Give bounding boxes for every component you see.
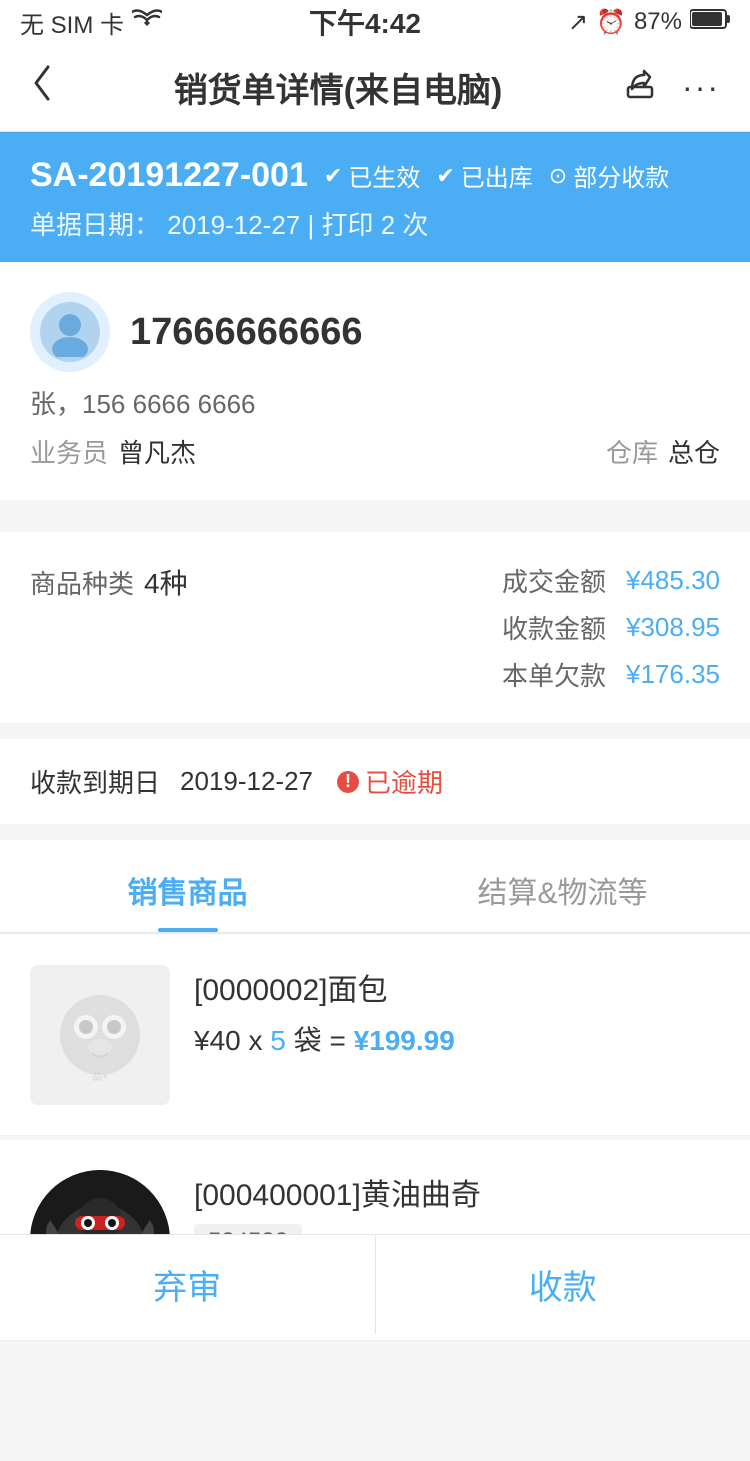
- banner-date-row: 单据日期： 2019-12-27 | 打印 2 次: [30, 205, 720, 242]
- tab-sales-products[interactable]: 销售商品: [0, 840, 375, 932]
- product-name-1: [0000002]面包: [194, 965, 720, 1009]
- due-date-section: 收款到期日 2019-12-27 ! 已逾期: [0, 739, 750, 824]
- category-count: 4种: [144, 562, 188, 602]
- category-item: 商品种类 4种: [30, 562, 188, 602]
- share-icon[interactable]: [622, 65, 658, 110]
- page-title: 销货单详情(来自电脑): [174, 63, 503, 112]
- received-value: ¥308.95: [626, 612, 720, 643]
- status-left: 无 SIM 卡: [20, 5, 162, 40]
- amount-row: 成交金额 ¥485.30: [502, 562, 720, 599]
- status-badge-3: ⊙ 部分收款: [549, 158, 669, 193]
- product-image-1: 品+: [30, 965, 170, 1105]
- overdue-text: 已逾期: [365, 763, 443, 800]
- summary-right: 成交金额 ¥485.30 收款金额 ¥308.95 本单欠款 ¥176.35: [502, 562, 720, 693]
- product-info-1: [0000002]面包 ¥40 x 5 袋 = ¥199.99: [194, 965, 720, 1105]
- customer-detail-row: 业务员 曾凡杰 仓库 总仓: [30, 433, 720, 470]
- check-icon-1: ✔: [324, 163, 342, 189]
- debt-row: 本单欠款 ¥176.35: [502, 656, 720, 693]
- alarm-icon: ⏰: [596, 8, 626, 37]
- separator-1: [0, 516, 750, 532]
- category-label: 商品种类: [30, 564, 134, 601]
- received-label: 收款金额: [502, 609, 606, 646]
- customer-name: 17666666666: [130, 311, 362, 354]
- bottom-bar: 弃审 收款: [0, 1234, 750, 1334]
- summary-left: 商品种类 4种: [30, 562, 188, 602]
- battery-text: 87%: [634, 8, 682, 36]
- wifi-icon: [132, 8, 162, 37]
- status-time: 下午4:42: [309, 2, 421, 42]
- sales-person: 曾凡杰: [118, 433, 196, 470]
- overdue-badge: ! 已逾期: [337, 763, 443, 800]
- tabs: 销售商品 结算&物流等: [0, 840, 750, 933]
- status-right: ↗ ⏰ 87%: [568, 8, 730, 37]
- product-total-1: ¥199.99: [354, 1025, 455, 1056]
- summary-section: 商品种类 4种 成交金额 ¥485.30 收款金额 ¥308.95 本单欠款 ¥…: [0, 532, 750, 723]
- location-icon: ↗: [568, 8, 588, 37]
- warehouse-value: 总仓: [668, 433, 720, 470]
- due-date-label: 收款到期日: [30, 763, 160, 800]
- header-banner: SA-20191227-001 ✔ 已生效 ✔ 已出库 ⊙ 部分收款 单据日期：…: [0, 132, 750, 262]
- nav-bar: 销货单详情(来自电脑) ···: [0, 44, 750, 132]
- amount-value: ¥485.30: [626, 565, 720, 596]
- cancel-audit-button[interactable]: 弃审: [0, 1235, 376, 1334]
- tab-settlement[interactable]: 结算&物流等: [375, 840, 750, 932]
- sales-label: 业务员: [30, 433, 108, 470]
- separator-2: [0, 1136, 750, 1138]
- customer-sub: 张，156 6666 6666: [30, 384, 720, 421]
- received-row: 收款金额 ¥308.95: [502, 609, 720, 646]
- overdue-dot-icon: !: [337, 771, 359, 793]
- more-icon[interactable]: ···: [682, 69, 720, 106]
- summary-row: 商品种类 4种 成交金额 ¥485.30 收款金额 ¥308.95 本单欠款 ¥…: [30, 562, 720, 693]
- product-qty-1: 5: [270, 1025, 286, 1056]
- customer-top: 17666666666: [30, 292, 720, 372]
- order-id: SA-20191227-001: [30, 156, 308, 195]
- avatar: [30, 292, 110, 372]
- product-item-1: 品+ [0000002]面包 ¥40 x 5 袋 = ¥199.99: [0, 935, 750, 1136]
- product-name-2: [000400001]黄油曲奇: [194, 1170, 720, 1214]
- collect-payment-button[interactable]: 收款: [376, 1235, 750, 1334]
- status-badge-1: ✔ 已生效: [324, 158, 420, 193]
- customer-section: 17666666666 张，156 6666 6666 业务员 曾凡杰 仓库 总…: [0, 262, 750, 500]
- status-bar: 无 SIM 卡 下午4:42 ↗ ⏰ 87%: [0, 0, 750, 44]
- sim-status: 无 SIM 卡: [20, 5, 124, 40]
- back-button[interactable]: [30, 63, 54, 112]
- debt-label: 本单欠款: [502, 656, 606, 693]
- product-price-1: ¥40 x 5 袋 = ¥199.99: [194, 1019, 720, 1059]
- bottom-spacer: [0, 1341, 750, 1461]
- amount-label: 成交金额: [502, 562, 606, 599]
- debt-value: ¥176.35: [626, 659, 720, 690]
- status-badge-2: ✔ 已出库: [436, 158, 532, 193]
- banner-top: SA-20191227-001 ✔ 已生效 ✔ 已出库 ⊙ 部分收款: [30, 156, 720, 195]
- nav-actions: ···: [622, 65, 720, 110]
- battery-icon: [690, 8, 730, 36]
- check-icon-2: ✔: [436, 163, 454, 189]
- warehouse-label: 仓库: [606, 433, 658, 470]
- avatar-icon: [40, 302, 100, 362]
- clock-icon: ⊙: [549, 163, 567, 189]
- due-date-value: 2019-12-27: [180, 766, 313, 797]
- svg-text:品+: 品+: [92, 1071, 108, 1083]
